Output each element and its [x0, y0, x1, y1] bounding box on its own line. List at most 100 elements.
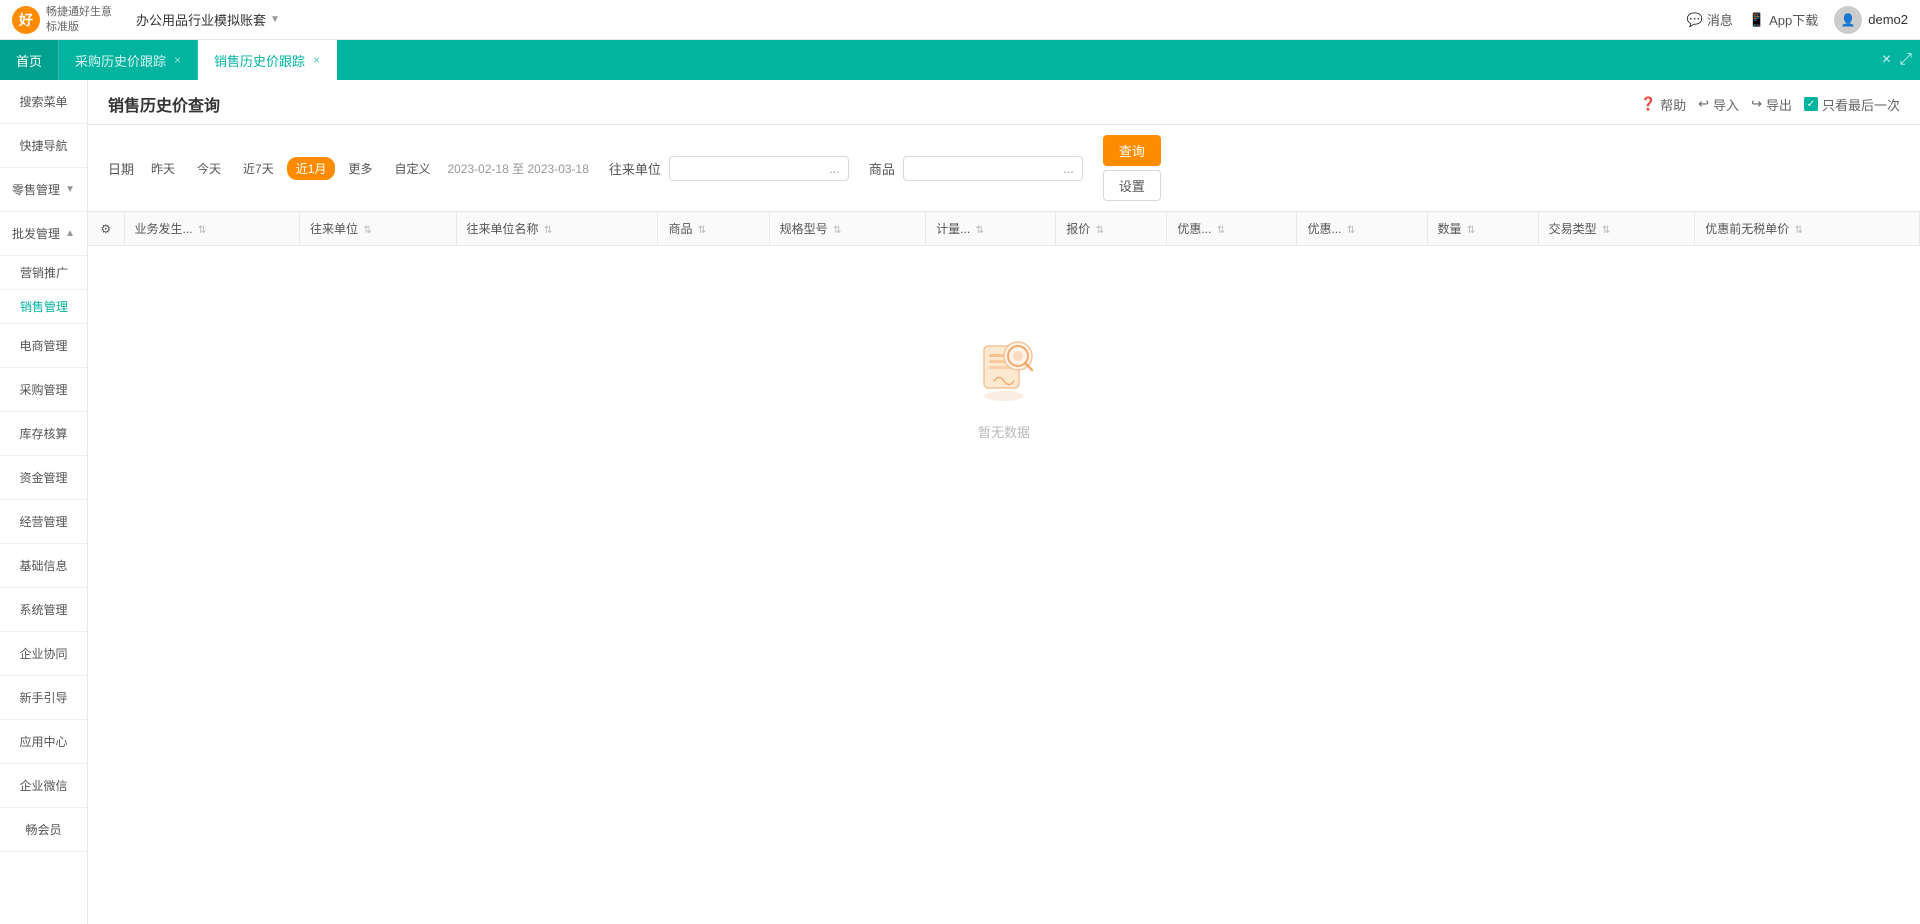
- tab-home-label: 首页: [16, 51, 42, 70]
- page-actions: ❓ 帮助 ↩ 导入 ↪ 导出 ✓ 只看最后一次: [1640, 95, 1900, 114]
- only-last-checkbox[interactable]: ✓ 只看最后一次: [1804, 95, 1900, 114]
- product-input-dots: ...: [1063, 161, 1074, 176]
- th-product[interactable]: 商品 ⇅: [658, 212, 769, 246]
- sidebar-item-ecommerce-mgmt[interactable]: 电商管理: [0, 324, 87, 368]
- date-label: 日期: [108, 159, 134, 178]
- inventory-check-label: 库存核算: [19, 425, 67, 442]
- th-unit[interactable]: 计量... ⇅: [926, 212, 1056, 246]
- tab-bar: 首页 采购历史价跟踪 × 销售历史价跟踪 × × ⤢: [0, 40, 1920, 80]
- close-all-btn[interactable]: ×: [1882, 51, 1891, 69]
- th-spec[interactable]: 规格型号 ⇅: [769, 212, 926, 246]
- sidebar-item-app-center[interactable]: 应用中心: [0, 720, 87, 764]
- date-btn-custom[interactable]: 自定义: [385, 157, 439, 180]
- close-icon[interactable]: ×: [174, 53, 181, 67]
- date-btn-today[interactable]: 今天: [188, 157, 230, 180]
- date-range: 2023-02-18 至 2023-03-18: [447, 160, 588, 177]
- sidebar-item-enterprise-collab[interactable]: 企业协同: [0, 632, 87, 676]
- basic-info-label: 基础信息: [19, 557, 67, 574]
- sort-icon: ⇅: [363, 225, 371, 236]
- tab-sales-history[interactable]: 销售历史价跟踪 ×: [198, 40, 337, 80]
- sort-icon: ⇅: [198, 225, 206, 236]
- export-btn[interactable]: ↪ 导出: [1751, 95, 1792, 114]
- date-btn-yesterday[interactable]: 昨天: [142, 157, 184, 180]
- sidebar-item-fund-mgmt[interactable]: 资金管理: [0, 456, 87, 500]
- fund-mgmt-label: 资金管理: [19, 469, 67, 486]
- sort-icon: ⇅: [1217, 225, 1225, 236]
- sales-mgmt-label: 销售管理: [20, 300, 68, 314]
- help-icon: ❓: [1640, 96, 1656, 112]
- th-discount2[interactable]: 优惠... ⇅: [1297, 212, 1427, 246]
- sidebar-item-system-mgmt[interactable]: 系统管理: [0, 588, 87, 632]
- sidebar-item-sales-mgmt[interactable]: 销售管理: [0, 290, 87, 324]
- member-label: 畅会员: [25, 821, 61, 838]
- chevron-down-icon: ▼: [65, 184, 75, 195]
- close-icon[interactable]: ×: [313, 53, 320, 67]
- sidebar-item-member[interactable]: 畅会员: [0, 808, 87, 852]
- checkbox-icon: ✓: [1804, 97, 1818, 111]
- data-table: ⚙ 业务发生... ⇅ 往来单位 ⇅ 往来单位名称 ⇅: [88, 212, 1920, 246]
- tab-sales-history-label: 销售历史价跟踪: [214, 51, 305, 70]
- help-btn[interactable]: ❓ 帮助: [1640, 95, 1686, 114]
- sidebar-item-wholesale-mgmt[interactable]: 批发管理 ▲: [0, 212, 87, 256]
- app-selector[interactable]: 办公用品行业模拟账套 ▼: [136, 10, 280, 29]
- app-download-btn[interactable]: 📱 App下载: [1749, 10, 1818, 29]
- import-btn[interactable]: ↩ 导入: [1698, 95, 1739, 114]
- filter-bar: 日期 昨天 今天 近7天 近1月 更多 自定义 2023-02-18 至 202…: [88, 125, 1920, 212]
- wholesale-mgmt-label: 批发管理: [12, 225, 60, 242]
- app-name: 办公用品行业模拟账套: [136, 10, 266, 29]
- th-counterpart-code[interactable]: 往来单位 ⇅: [299, 212, 456, 246]
- purchase-mgmt-label: 采购管理: [19, 381, 67, 398]
- empty-icon: [964, 326, 1044, 406]
- th-settings[interactable]: ⚙: [88, 212, 124, 246]
- date-btn-1month[interactable]: 近1月: [287, 157, 336, 180]
- th-trade-type[interactable]: 交易类型 ⇅: [1538, 212, 1695, 246]
- counterpart-label: 往来单位: [609, 159, 661, 178]
- th-discount1[interactable]: 优惠... ⇅: [1167, 212, 1297, 246]
- sidebar-item-marketing[interactable]: 营销推广: [0, 256, 87, 290]
- chevron-up-icon: ▲: [65, 228, 75, 239]
- sidebar-item-inventory-check[interactable]: 库存核算: [0, 412, 87, 456]
- th-pretax-price[interactable]: 优惠前无税单价 ⇅: [1695, 212, 1920, 246]
- sidebar-item-quick-nav[interactable]: 快捷导航: [0, 124, 87, 168]
- sidebar-item-search-menu[interactable]: 搜索菜单: [0, 80, 87, 124]
- import-label: 导入: [1713, 95, 1739, 114]
- sort-icon: ⇅: [1795, 225, 1803, 236]
- th-quote[interactable]: 报价 ⇅: [1056, 212, 1167, 246]
- expand-btn[interactable]: ⤢: [1899, 51, 1912, 69]
- import-icon: ↩: [1698, 96, 1709, 112]
- tab-home[interactable]: 首页: [0, 40, 59, 80]
- sidebar-item-purchase-mgmt[interactable]: 采购管理: [0, 368, 87, 412]
- date-btn-7days[interactable]: 近7天: [234, 157, 283, 180]
- message-label: 消息: [1707, 10, 1733, 29]
- date-btn-more[interactable]: 更多: [339, 157, 381, 180]
- user-area[interactable]: 👤 demo2: [1834, 6, 1908, 34]
- logo-text: 畅捷通好生意 标准版: [46, 5, 112, 34]
- sidebar-item-new-guide[interactable]: 新手引导: [0, 676, 87, 720]
- settings-btn[interactable]: 设置: [1103, 170, 1161, 201]
- th-counterpart-name[interactable]: 往来单位名称 ⇅: [456, 212, 658, 246]
- system-mgmt-label: 系统管理: [19, 601, 67, 618]
- th-biz-date[interactable]: 业务发生... ⇅: [124, 212, 299, 246]
- th-quantity[interactable]: 数量 ⇅: [1427, 212, 1538, 246]
- sidebar-item-operation-mgmt[interactable]: 经营管理: [0, 500, 87, 544]
- sidebar-item-retail-mgmt[interactable]: 零售管理 ▼: [0, 168, 87, 212]
- product-label: 商品: [869, 159, 895, 178]
- counterpart-filter-group: 往来单位 ...: [609, 156, 849, 181]
- sort-icon: ⇅: [1096, 225, 1104, 236]
- counterpart-input[interactable]: ...: [669, 156, 849, 181]
- product-input[interactable]: ...: [903, 156, 1083, 181]
- product-filter-group: 商品 ...: [869, 156, 1083, 181]
- tab-purchase-history[interactable]: 采购历史价跟踪 ×: [59, 40, 198, 80]
- message-btn[interactable]: 💬 消息: [1687, 10, 1733, 29]
- page-header: 销售历史价查询 ❓ 帮助 ↩ 导入 ↪ 导出 ✓ 只看最后一次: [88, 80, 1920, 125]
- sidebar-item-basic-info[interactable]: 基础信息: [0, 544, 87, 588]
- query-btn[interactable]: 查询: [1103, 135, 1161, 166]
- retail-mgmt-label: 零售管理: [12, 181, 60, 198]
- logo-area: 好 畅捷通好生意 标准版: [12, 5, 112, 34]
- content-area: 销售历史价查询 ❓ 帮助 ↩ 导入 ↪ 导出 ✓ 只看最后一次: [88, 80, 1920, 924]
- logo-text-line2: 标准版: [46, 20, 112, 34]
- sidebar-item-enterprise-wechat[interactable]: 企业微信: [0, 764, 87, 808]
- main-layout: 搜索菜单 快捷导航 零售管理 ▼ 批发管理 ▲ 营销推广 销售管理 电商管理 采…: [0, 80, 1920, 924]
- date-quick-btns: 昨天 今天 近7天 近1月 更多 自定义: [142, 157, 439, 180]
- top-bar-left: 好 畅捷通好生意 标准版 办公用品行业模拟账套 ▼: [12, 5, 280, 34]
